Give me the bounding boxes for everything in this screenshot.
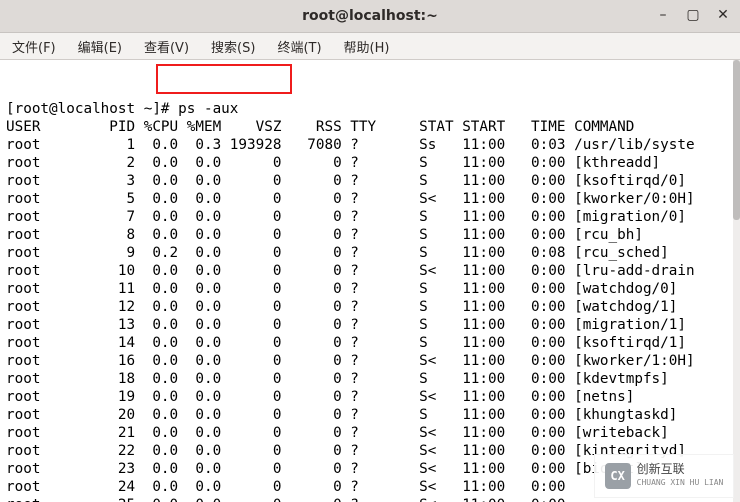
menu-item-file[interactable]: 文件(F) [6,35,62,58]
window-title: root@localhost:~ [0,8,740,24]
watermark-line1: 创新互联 [637,462,724,476]
watermark-logo: CX 创新互联 CHUANG XIN HU LIAN [594,454,734,498]
scrollbar-track[interactable] [733,60,740,502]
terminal-output: [root@localhost ~]# ps -aux USER PID %CP… [6,100,734,502]
watermark-icon: CX [605,463,631,489]
minimize-button[interactable]: – [652,4,674,26]
close-button[interactable]: ✕ [712,4,734,26]
watermark-text: 创新互联 CHUANG XIN HU LIAN [637,462,724,490]
menu-item-search[interactable]: 搜索(S) [205,35,261,58]
maximize-button[interactable]: ▢ [682,4,704,26]
command-highlight-box [156,64,292,94]
menu-item-terminal[interactable]: 终端(T) [271,35,327,58]
watermark-line2: CHUANG XIN HU LIAN [637,476,724,490]
menu-item-help[interactable]: 帮助(H) [338,35,396,58]
scrollbar-thumb[interactable] [733,60,740,220]
menubar: 文件(F) 编辑(E) 查看(V) 搜索(S) 终端(T) 帮助(H) [0,33,740,60]
menu-item-edit[interactable]: 编辑(E) [72,35,128,58]
terminal-area[interactable]: [root@localhost ~]# ps -aux USER PID %CP… [0,60,740,502]
window-controls: – ▢ ✕ [652,4,734,26]
window-titlebar: root@localhost:~ – ▢ ✕ [0,0,740,33]
menu-item-view[interactable]: 查看(V) [138,35,195,58]
